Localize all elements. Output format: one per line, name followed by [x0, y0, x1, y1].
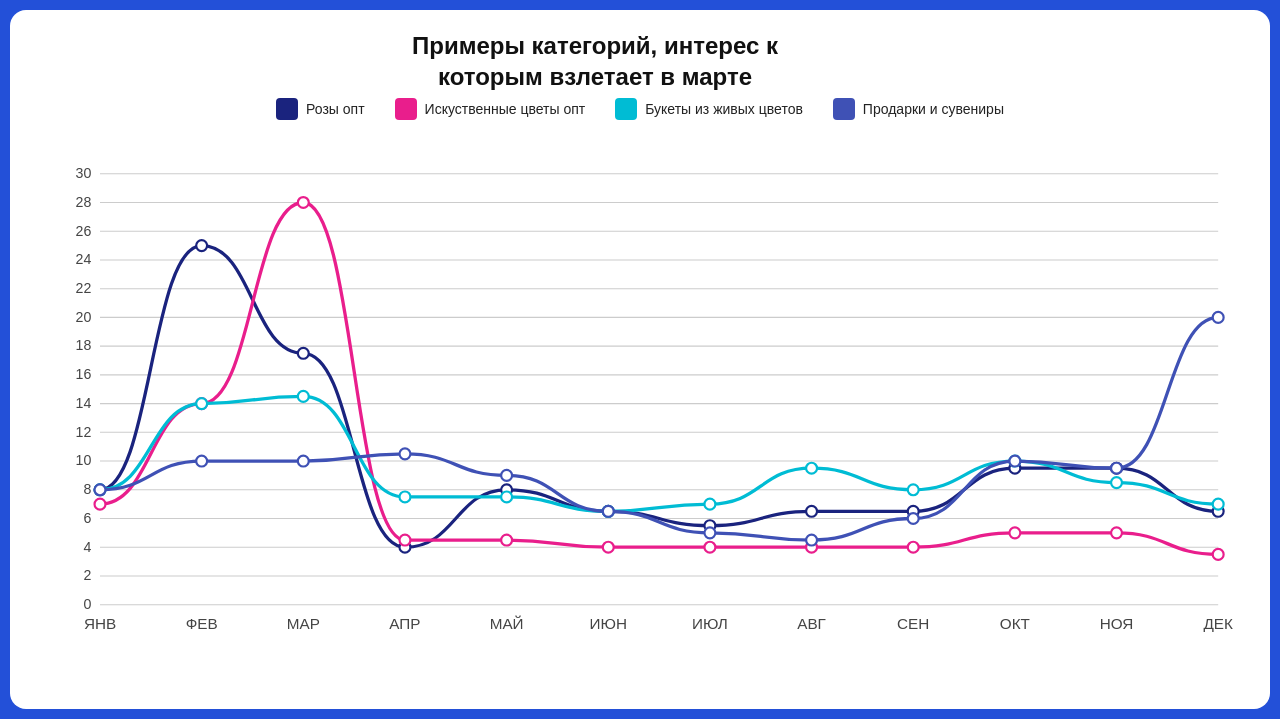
svg-point-89: [1009, 456, 1020, 467]
svg-point-80: [95, 485, 106, 496]
svg-point-90: [1111, 463, 1122, 474]
svg-point-65: [1009, 528, 1020, 539]
svg-text:30: 30: [76, 166, 92, 182]
svg-text:ЯНВ: ЯНВ: [84, 615, 116, 632]
svg-point-64: [908, 542, 919, 553]
svg-text:ОКТ: ОКТ: [1000, 615, 1030, 632]
svg-point-70: [298, 391, 309, 402]
legend-item: Искуственные цветы опт: [395, 98, 586, 120]
legend-color: [276, 98, 298, 120]
svg-text:20: 20: [76, 309, 92, 325]
svg-text:12: 12: [76, 424, 92, 440]
svg-point-75: [806, 463, 817, 474]
svg-point-46: [298, 348, 309, 359]
svg-text:14: 14: [76, 395, 92, 411]
svg-point-85: [603, 506, 614, 517]
svg-text:18: 18: [76, 338, 92, 354]
chart-title: Примеры категорий, интерес ккоторым взле…: [40, 30, 1150, 92]
svg-text:26: 26: [76, 223, 92, 239]
svg-text:22: 22: [76, 280, 92, 296]
svg-point-51: [806, 506, 817, 517]
svg-text:8: 8: [83, 482, 91, 498]
svg-text:НОЯ: НОЯ: [1100, 615, 1134, 632]
svg-point-74: [704, 499, 715, 510]
svg-point-69: [196, 399, 207, 410]
svg-point-61: [603, 542, 614, 553]
svg-point-58: [298, 197, 309, 208]
svg-point-45: [196, 241, 207, 252]
svg-text:24: 24: [76, 252, 92, 268]
svg-text:СЕН: СЕН: [897, 615, 929, 632]
legend-label: Букеты из живых цветов: [645, 101, 803, 117]
svg-text:16: 16: [76, 367, 92, 383]
svg-point-72: [501, 492, 512, 503]
legend-item: Продарки и сувениры: [833, 98, 1004, 120]
legend-label: Продарки и сувениры: [863, 101, 1004, 117]
svg-point-86: [704, 528, 715, 539]
legend-label: Розы опт: [306, 101, 365, 117]
svg-point-60: [501, 535, 512, 546]
svg-text:ФЕВ: ФЕВ: [186, 615, 218, 632]
svg-text:ИЮН: ИЮН: [590, 615, 627, 632]
svg-text:МАЙ: МАЙ: [490, 615, 524, 632]
svg-point-91: [1213, 312, 1224, 323]
svg-text:АВГ: АВГ: [797, 615, 826, 632]
svg-point-83: [400, 449, 411, 460]
svg-text:2: 2: [83, 568, 91, 584]
svg-point-84: [501, 470, 512, 481]
svg-point-88: [908, 513, 919, 524]
svg-point-87: [806, 535, 817, 546]
svg-point-79: [1213, 499, 1224, 510]
svg-text:0: 0: [83, 596, 91, 612]
svg-text:4: 4: [83, 539, 91, 555]
svg-point-81: [196, 456, 207, 467]
svg-point-76: [908, 485, 919, 496]
svg-text:АПР: АПР: [389, 615, 420, 632]
legend-item: Розы опт: [276, 98, 365, 120]
svg-point-62: [704, 542, 715, 553]
svg-text:ДЕК: ДЕК: [1203, 615, 1233, 632]
legend-color: [395, 98, 417, 120]
svg-text:6: 6: [83, 510, 91, 526]
legend-item: Букеты из живых цветов: [615, 98, 803, 120]
header-row: Примеры категорий, интерес ккоторым взле…: [40, 30, 1240, 92]
svg-point-66: [1111, 528, 1122, 539]
chart-svg: 024681012141618202224262830ЯНВФЕВМАРАПРМ…: [40, 128, 1240, 689]
main-card: Примеры категорий, интерес ккоторым взле…: [10, 10, 1270, 709]
svg-point-56: [95, 499, 106, 510]
svg-text:10: 10: [76, 453, 92, 469]
svg-point-71: [400, 492, 411, 503]
svg-point-67: [1213, 549, 1224, 560]
svg-point-78: [1111, 478, 1122, 489]
legend-color: [833, 98, 855, 120]
legend-color: [615, 98, 637, 120]
chart-area: 024681012141618202224262830ЯНВФЕВМАРАПРМ…: [40, 128, 1240, 689]
svg-point-59: [400, 535, 411, 546]
svg-text:ИЮЛ: ИЮЛ: [692, 615, 728, 632]
svg-text:28: 28: [76, 194, 92, 210]
legend-label: Искуственные цветы опт: [425, 101, 586, 117]
chart-legend: Розы опт Искуственные цветы опт Букеты из …: [40, 98, 1240, 120]
svg-text:МАР: МАР: [287, 615, 320, 632]
svg-point-82: [298, 456, 309, 467]
